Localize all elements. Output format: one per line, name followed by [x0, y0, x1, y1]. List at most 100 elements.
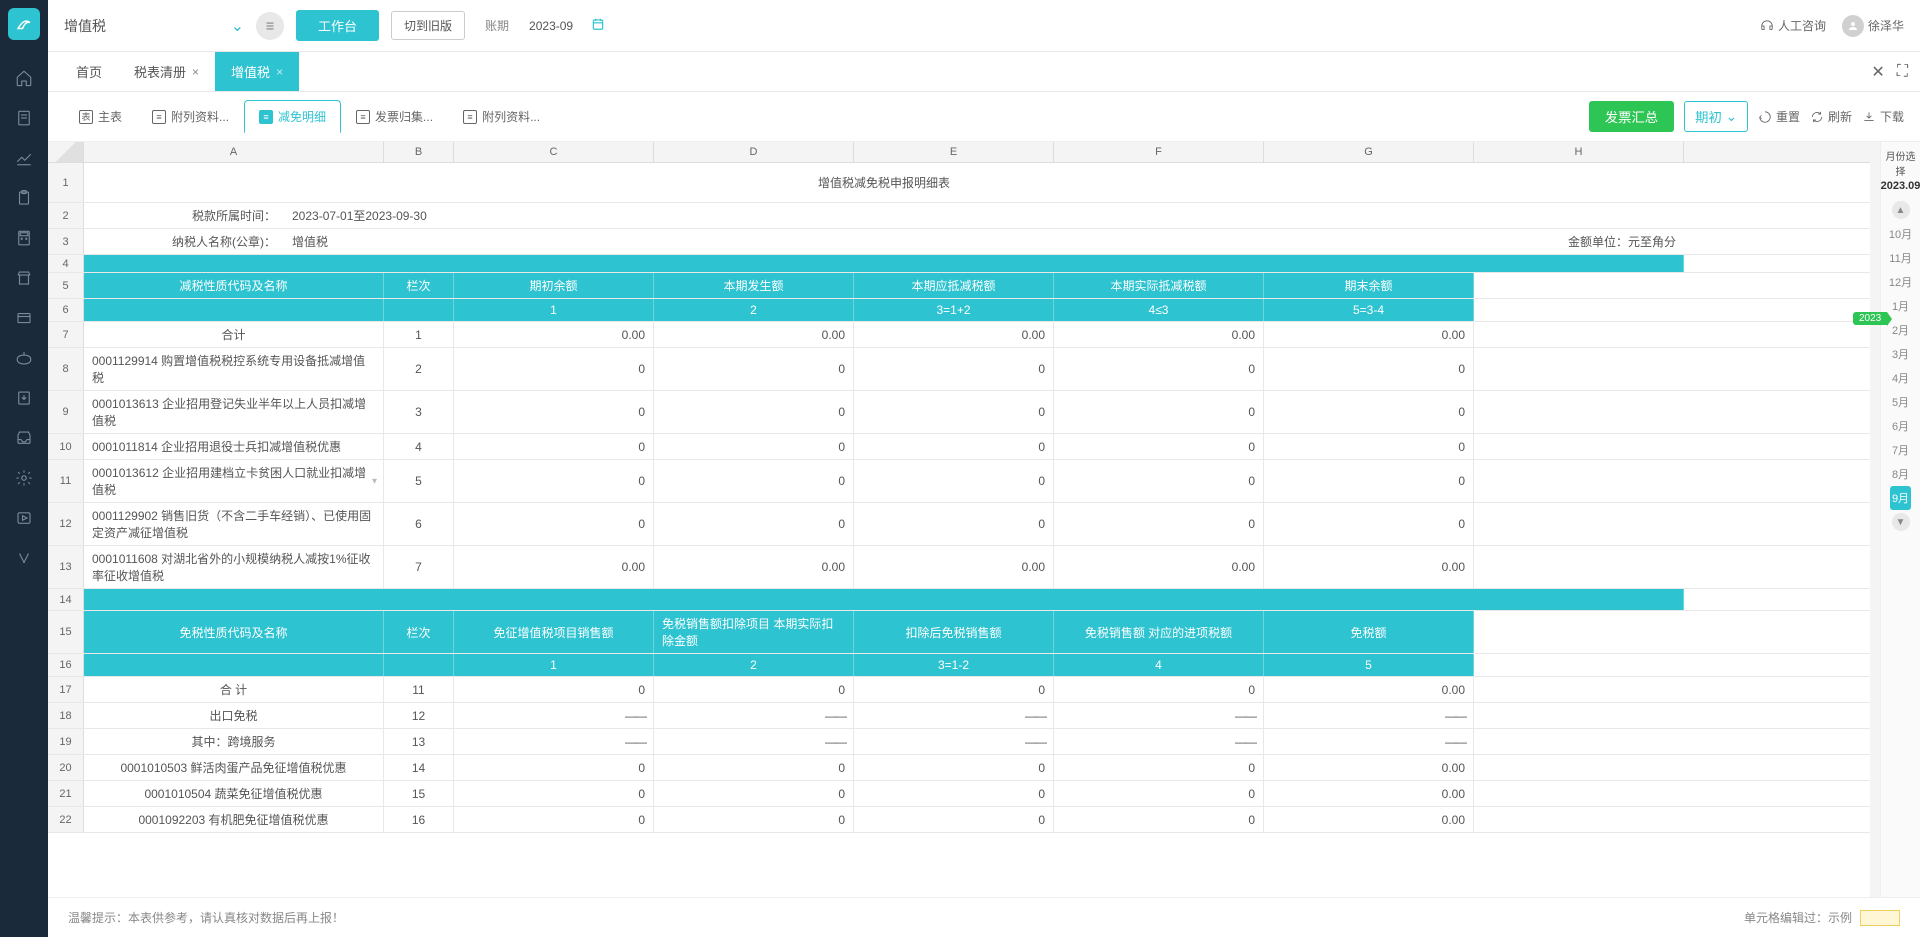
cell[interactable]: 0001129902 销售旧货（不含二手车经销）、已使用固定资产减征增值税: [84, 503, 384, 545]
cell[interactable]: 其中：跨境服务: [84, 729, 384, 754]
col-header[interactable]: A: [84, 142, 384, 162]
month-option[interactable]: 11月: [1887, 246, 1914, 270]
cell[interactable]: 6: [384, 503, 454, 545]
cell[interactable]: 0: [654, 503, 854, 545]
cell[interactable]: 0.00: [1264, 677, 1474, 702]
cell[interactable]: 0: [1054, 348, 1264, 390]
cell[interactable]: 13: [384, 729, 454, 754]
row-header[interactable]: 6: [48, 299, 84, 321]
row-header[interactable]: 22: [48, 807, 84, 832]
col-header[interactable]: H: [1474, 142, 1684, 162]
cell[interactable]: 0: [454, 781, 654, 806]
cell[interactable]: 15: [384, 781, 454, 806]
cell[interactable]: 0.00: [1264, 546, 1474, 588]
cell[interactable]: 4: [1054, 654, 1264, 676]
col-header[interactable]: F: [1054, 142, 1264, 162]
row-header[interactable]: 19: [48, 729, 84, 754]
cell[interactable]: 本期实际抵减税额: [1054, 273, 1264, 298]
row-header[interactable]: 21: [48, 781, 84, 806]
cell[interactable]: 0: [454, 755, 654, 780]
cell[interactable]: 3: [384, 391, 454, 433]
cell[interactable]: 0: [654, 391, 854, 433]
cell[interactable]: 0001010503 鲜活肉蛋产品免征增值税优惠: [84, 755, 384, 780]
row-header[interactable]: 3: [48, 229, 84, 254]
close-icon[interactable]: ×: [192, 65, 199, 79]
cell[interactable]: 出口免税: [84, 703, 384, 728]
cell[interactable]: 0: [1054, 434, 1264, 459]
invoice-summary-button[interactable]: 发票汇总: [1589, 101, 1674, 132]
nav-doc[interactable]: [0, 98, 48, 138]
row-header[interactable]: 5: [48, 273, 84, 298]
workspace-button[interactable]: 工作台: [296, 10, 379, 41]
close-icon[interactable]: ×: [276, 65, 283, 79]
cell[interactable]: 3=1+2: [854, 299, 1054, 321]
month-option[interactable]: 4月: [1887, 366, 1914, 390]
cell[interactable]: 0.00: [454, 322, 654, 347]
cell[interactable]: 0: [1264, 460, 1474, 502]
subtab-invoice[interactable]: ≡发票归集...: [341, 100, 448, 133]
month-option[interactable]: 3月: [1887, 342, 1914, 366]
subtab-main[interactable]: 表主表: [64, 100, 137, 133]
cell[interactable]: 0: [654, 434, 854, 459]
row-header[interactable]: 11: [48, 460, 84, 502]
cell[interactable]: 免税销售额扣除项目 本期实际扣除金额: [654, 611, 854, 653]
cell[interactable]: 增值税: [284, 229, 1294, 254]
cell[interactable]: 期末余额: [1264, 273, 1474, 298]
tab-home[interactable]: 首页: [60, 52, 118, 91]
nav-inbox[interactable]: [0, 418, 48, 458]
month-option[interactable]: 9月: [1890, 486, 1911, 510]
row-header[interactable]: 16: [48, 654, 84, 676]
cell[interactable]: 纳税人名称(公章)：: [134, 229, 284, 254]
cell[interactable]: 本期发生额: [654, 273, 854, 298]
cell[interactable]: ——: [854, 703, 1054, 728]
vertical-scrollbar[interactable]: [1870, 142, 1880, 897]
tab-vat[interactable]: 增值税×: [215, 52, 299, 91]
cell[interactable]: ——: [1264, 703, 1474, 728]
cell[interactable]: 0.00: [1264, 807, 1474, 832]
cell[interactable]: 0: [1264, 503, 1474, 545]
nav-home[interactable]: [0, 58, 48, 98]
cell[interactable]: 0: [1264, 348, 1474, 390]
cell[interactable]: 免征增值税项目销售额: [454, 611, 654, 653]
cell[interactable]: 0: [654, 807, 854, 832]
cell[interactable]: 免税性质代码及名称: [84, 611, 384, 653]
subtab-attach2[interactable]: ≡附列资料...: [448, 100, 555, 133]
nav-chart[interactable]: [0, 138, 48, 178]
cell[interactable]: 0: [454, 460, 654, 502]
cell[interactable]: 0001013613 企业招用登记失业半年以上人员扣减增值税: [84, 391, 384, 433]
cell[interactable]: [84, 203, 154, 228]
refresh-button[interactable]: 刷新: [1810, 108, 1852, 125]
cell[interactable]: 0: [654, 348, 854, 390]
nav-wallet[interactable]: [0, 338, 48, 378]
nav-tax[interactable]: [0, 258, 48, 298]
cell[interactable]: 2: [654, 654, 854, 676]
row-header[interactable]: 7: [48, 322, 84, 347]
reset-button[interactable]: 重置: [1758, 108, 1800, 125]
month-option[interactable]: 8月: [1887, 462, 1914, 486]
list-circle-button[interactable]: [256, 12, 284, 40]
cell[interactable]: 合计: [84, 322, 384, 347]
period-init-dropdown[interactable]: 期初⌄: [1684, 101, 1748, 132]
cell[interactable]: 0: [454, 348, 654, 390]
cell[interactable]: 期初余额: [454, 273, 654, 298]
col-header[interactable]: G: [1264, 142, 1474, 162]
cell[interactable]: 合 计: [84, 677, 384, 702]
cell[interactable]: 4≤3: [1054, 299, 1264, 321]
month-option[interactable]: 10月: [1887, 222, 1914, 246]
cell[interactable]: 1: [454, 299, 654, 321]
cell[interactable]: 免税销售额 对应的进项税额: [1054, 611, 1264, 653]
row-header[interactable]: 1: [48, 163, 84, 202]
subtab-exempt[interactable]: ≡减免明细: [244, 100, 341, 133]
cell[interactable]: 0: [1054, 503, 1264, 545]
cell[interactable]: 2: [654, 299, 854, 321]
cell[interactable]: [384, 299, 454, 321]
row-header[interactable]: 12: [48, 503, 84, 545]
month-option[interactable]: 6月: [1887, 414, 1914, 438]
cell[interactable]: [84, 654, 384, 676]
nav-v[interactable]: [0, 538, 48, 578]
cell[interactable]: ——: [1264, 729, 1474, 754]
row-header[interactable]: 18: [48, 703, 84, 728]
cell[interactable]: ——: [654, 703, 854, 728]
cell[interactable]: 0: [454, 677, 654, 702]
row-header[interactable]: 13: [48, 546, 84, 588]
